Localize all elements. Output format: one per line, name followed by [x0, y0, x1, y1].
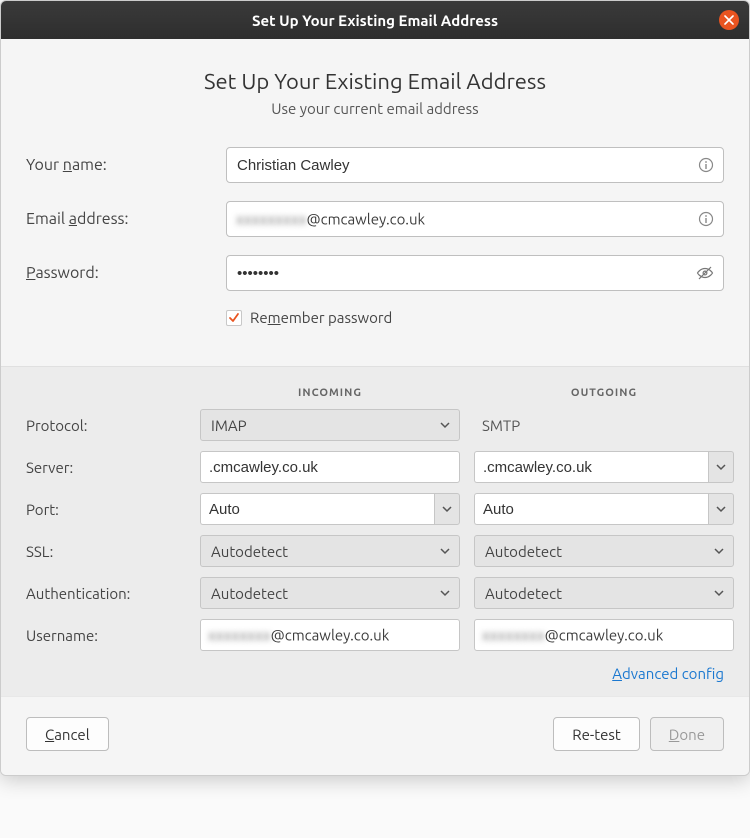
checkbox-icon [226, 310, 242, 326]
done-button[interactable]: Done [650, 717, 724, 751]
remember-password-checkbox[interactable]: Remember password [226, 309, 724, 326]
server-label: Server: [26, 459, 186, 476]
window-title: Set Up Your Existing Email Address [252, 12, 498, 29]
incoming-port-combo[interactable] [200, 493, 460, 525]
username-label: Username: [26, 627, 186, 644]
info-icon[interactable] [698, 211, 714, 227]
incoming-server-input[interactable] [200, 451, 460, 483]
retest-button[interactable]: Re-test [553, 717, 639, 751]
info-icon[interactable] [698, 157, 714, 173]
column-header-outgoing: OUTGOING [474, 387, 734, 399]
chevron-down-icon [439, 417, 451, 434]
incoming-port-input[interactable] [200, 493, 434, 525]
page-subtitle: Use your current email address [26, 100, 724, 117]
password-input[interactable] [226, 255, 724, 291]
incoming-auth-select[interactable]: Autodetect [200, 577, 460, 609]
cancel-button[interactable]: Cancel [26, 717, 109, 751]
port-label: Port: [26, 501, 186, 518]
outgoing-auth-select[interactable]: Autodetect [474, 577, 734, 609]
auth-label: Authentication: [26, 585, 186, 602]
password-label: Password: [26, 264, 226, 282]
email-input[interactable] [226, 201, 724, 237]
outgoing-ssl-select[interactable]: Autodetect [474, 535, 734, 567]
outgoing-server-combo[interactable] [474, 451, 734, 483]
incoming-ssl-select[interactable]: Autodetect [200, 535, 460, 567]
close-button[interactable] [719, 10, 739, 30]
heading: Set Up Your Existing Email Address Use y… [26, 69, 724, 117]
retest-button-label: Re-test [572, 726, 620, 743]
outgoing-port-input[interactable] [474, 493, 708, 525]
email-label: Email address: [26, 210, 226, 228]
ssl-label: SSL: [26, 543, 186, 560]
page-title: Set Up Your Existing Email Address [26, 69, 724, 94]
chevron-down-icon[interactable] [708, 493, 734, 525]
incoming-protocol-select[interactable]: IMAP [200, 409, 460, 441]
titlebar: Set Up Your Existing Email Address [1, 1, 749, 39]
outgoing-server-input[interactable] [474, 451, 708, 483]
chevron-down-icon[interactable] [434, 493, 460, 525]
name-label: Your name: [26, 156, 226, 174]
outgoing-port-combo[interactable] [474, 493, 734, 525]
outgoing-protocol: SMTP [474, 417, 734, 434]
advanced-config-link[interactable]: Advanced config [612, 665, 724, 682]
close-icon [724, 15, 734, 25]
chevron-down-icon [713, 585, 725, 602]
incoming-username-input[interactable] [200, 619, 460, 651]
account-form: Set Up Your Existing Email Address Use y… [1, 39, 749, 366]
column-header-incoming: INCOMING [200, 387, 460, 399]
chevron-down-icon [439, 543, 451, 560]
outgoing-username-input[interactable] [474, 619, 734, 651]
chevron-down-icon [439, 585, 451, 602]
eye-off-icon[interactable] [696, 264, 714, 282]
chevron-down-icon [713, 543, 725, 560]
button-bar: Cancel Re-test Done [1, 696, 749, 775]
chevron-down-icon[interactable] [708, 451, 734, 483]
dialog-window: Set Up Your Existing Email Address Set U… [0, 0, 750, 776]
name-input[interactable] [226, 147, 724, 183]
remember-password-label: Remember password [250, 309, 392, 326]
server-settings: INCOMING OUTGOING Protocol: IMAP SMTP Se… [1, 366, 749, 696]
protocol-label: Protocol: [26, 417, 186, 434]
